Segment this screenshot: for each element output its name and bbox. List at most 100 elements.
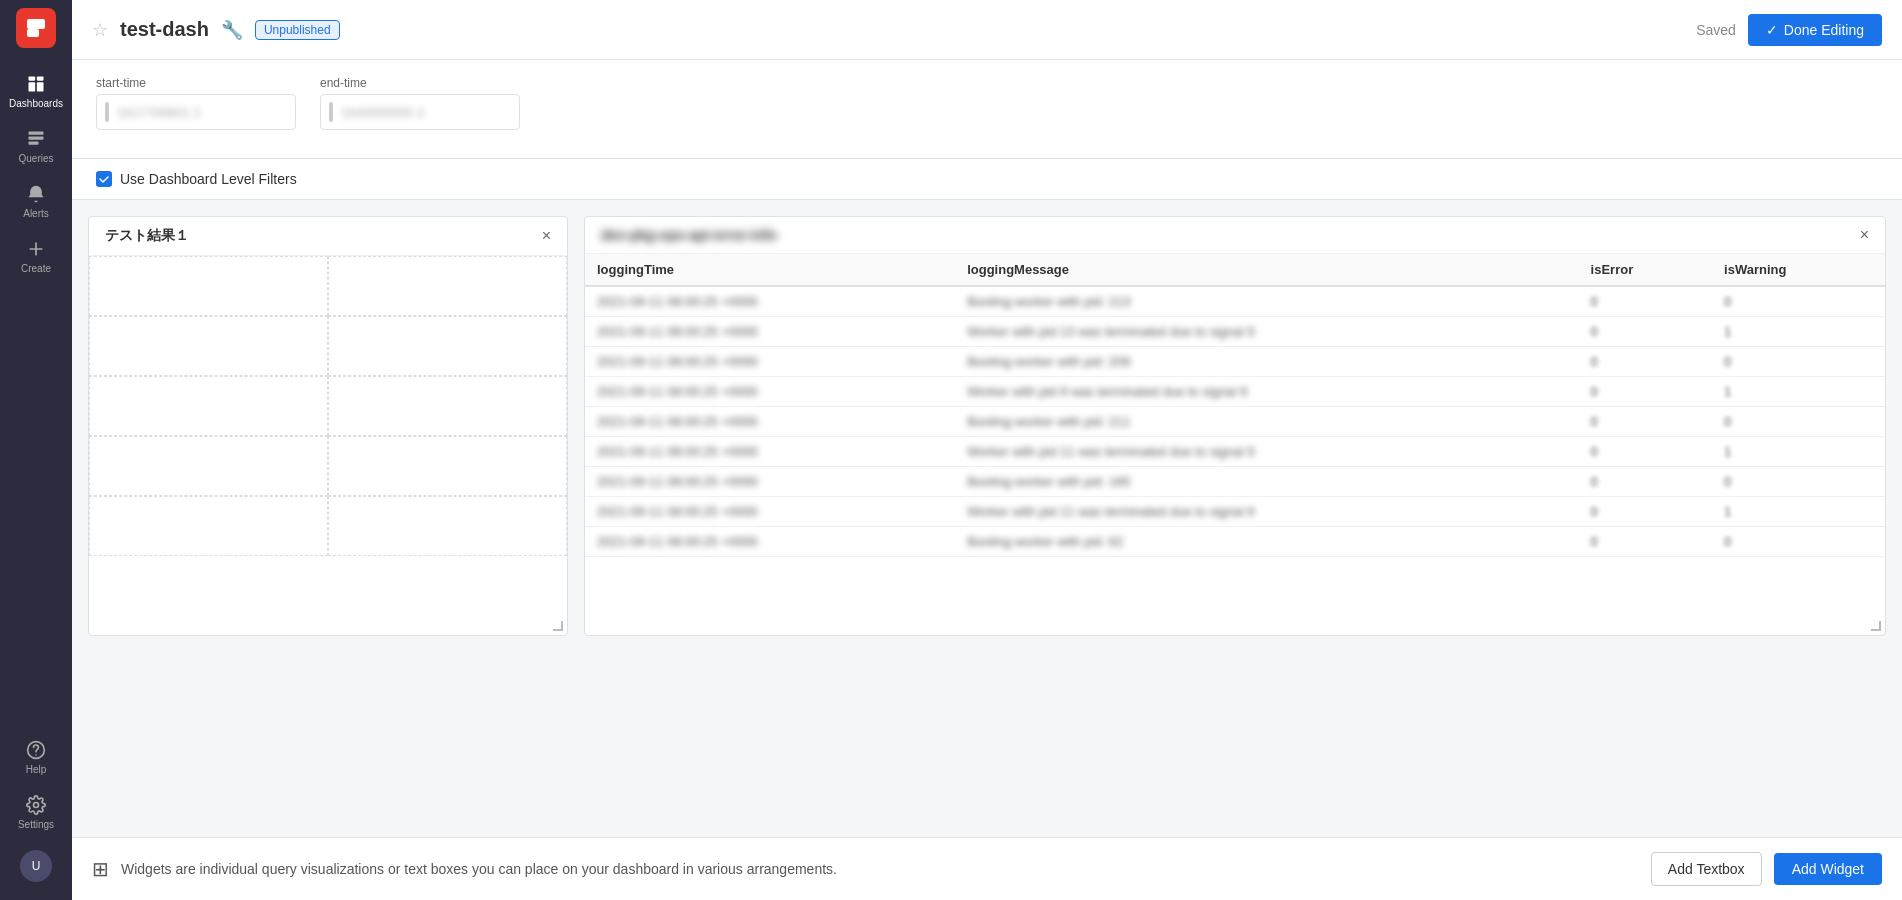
cell-iserror-6: 0: [1579, 467, 1712, 497]
cell-time-5: 2021-09-11 08:00:25 +0000: [585, 437, 955, 467]
start-time-bar-icon: [105, 102, 109, 122]
cell-iserror-8: 0: [1579, 527, 1712, 557]
cell-iswarning-8: 0: [1712, 527, 1885, 557]
done-editing-button[interactable]: ✓ Done Editing: [1748, 14, 1882, 46]
table-header: loggingTime loggingMessage isError isWar…: [585, 254, 1885, 286]
widget-right-resize-handle[interactable]: [1871, 621, 1881, 631]
unpublished-badge: Unpublished: [255, 20, 340, 40]
cell-iswarning-2: 0: [1712, 347, 1885, 377]
end-time-value: 1640000000 2: [341, 105, 424, 120]
title-emoji-icon: 🔧: [221, 19, 243, 41]
col-header-isError: isError: [1579, 254, 1712, 286]
dashboard-content: start-time 1617706801 2 end-time 1640000…: [72, 60, 1902, 837]
widget-info-icon: ⊞: [92, 857, 109, 881]
end-time-input[interactable]: 1640000000 2: [320, 94, 520, 130]
use-dashboard-filters-checkbox[interactable]: [96, 171, 112, 187]
data-table: loggingTime loggingMessage isError isWar…: [585, 254, 1885, 557]
sidebar-item-queries[interactable]: Queries: [0, 119, 72, 174]
cell-time-6: 2021-09-11 08:00:25 +0000: [585, 467, 955, 497]
filter-row: start-time 1617706801 2 end-time 1640000…: [96, 76, 1878, 130]
widget-left-title: テスト結果１: [105, 227, 189, 245]
sidebar-item-settings[interactable]: Settings: [0, 785, 72, 840]
cell-iserror-5: 0: [1579, 437, 1712, 467]
table-row: 2021-09-11 08:00:25 +0000Booting worker …: [585, 527, 1885, 557]
sidebar-item-queries-label: Queries: [18, 153, 53, 164]
sidebar-item-help-label: Help: [26, 764, 47, 775]
filter-bar: start-time 1617706801 2 end-time 1640000…: [72, 60, 1902, 159]
cell-iswarning-7: 1: [1712, 497, 1885, 527]
table-row: 2021-09-11 08:00:25 +0000Worker with pid…: [585, 317, 1885, 347]
sidebar-item-alerts-label: Alerts: [23, 208, 49, 219]
bottom-bar: ⊞ Widgets are individual query visualiza…: [72, 837, 1902, 900]
favorite-star-icon[interactable]: ☆: [92, 19, 108, 41]
grid-cell-9: [89, 496, 328, 556]
sidebar-item-create-label: Create: [21, 263, 51, 274]
sidebar-item-create[interactable]: Create: [0, 229, 72, 284]
saved-status: Saved: [1696, 22, 1736, 38]
cell-iserror-1: 0: [1579, 317, 1712, 347]
table-row: 2021-09-11 08:00:25 +0000Worker with pid…: [585, 437, 1885, 467]
dashboard-filters-checkbox-row: Use Dashboard Level Filters: [72, 159, 1902, 200]
cell-message-8: Booting worker with pid: 62: [955, 527, 1578, 557]
cell-time-2: 2021-09-11 08:00:25 +0000: [585, 347, 955, 377]
page-header: ☆ test-dash 🔧 Unpublished Saved ✓ Done E…: [72, 0, 1902, 60]
table-row: 2021-09-11 08:00:25 +0000Booting worker …: [585, 467, 1885, 497]
svg-rect-2: [29, 82, 36, 91]
widget-right: dev-pkg-ops-api-error-info × loggingTime…: [584, 216, 1886, 636]
widget-right-title: dev-pkg-ops-api-error-info: [601, 227, 777, 243]
table-row: 2021-09-11 08:00:25 +0000Booting worker …: [585, 347, 1885, 377]
sidebar-item-help[interactable]: Help: [0, 730, 72, 785]
svg-rect-5: [29, 137, 44, 140]
cell-iserror-0: 0: [1579, 286, 1712, 317]
cell-iswarning-1: 1: [1712, 317, 1885, 347]
main-content: ☆ test-dash 🔧 Unpublished Saved ✓ Done E…: [72, 0, 1902, 900]
grid-cell-7: [89, 436, 328, 496]
start-time-input[interactable]: 1617706801 2: [96, 94, 296, 130]
widget-right-table-container[interactable]: loggingTime loggingMessage isError isWar…: [585, 254, 1885, 622]
start-time-label: start-time: [96, 76, 296, 90]
widget-left-resize-handle[interactable]: [553, 621, 563, 631]
add-widget-button[interactable]: Add Widget: [1774, 853, 1882, 885]
use-dashboard-filters-label: Use Dashboard Level Filters: [120, 171, 297, 187]
cell-time-1: 2021-09-11 08:00:25 +0000: [585, 317, 955, 347]
cell-iswarning-6: 0: [1712, 467, 1885, 497]
svg-point-8: [35, 754, 37, 756]
cell-time-8: 2021-09-11 08:00:25 +0000: [585, 527, 955, 557]
cell-message-4: Booting worker with pid: 211: [955, 407, 1578, 437]
cell-message-5: Worker with pid 11 was terminated due to…: [955, 437, 1578, 467]
svg-rect-0: [29, 77, 36, 81]
sidebar-item-settings-label: Settings: [18, 819, 54, 830]
page-title: test-dash: [120, 18, 209, 41]
widget-right-close-button[interactable]: ×: [1860, 227, 1869, 243]
grid-cell-3: [89, 316, 328, 376]
cell-time-3: 2021-09-11 08:00:25 +0000: [585, 377, 955, 407]
svg-rect-6: [29, 142, 39, 145]
widget-right-header: dev-pkg-ops-api-error-info ×: [585, 217, 1885, 254]
cell-message-7: Worker with pid 11 was terminated due to…: [955, 497, 1578, 527]
start-time-value: 1617706801 2: [117, 105, 200, 120]
app-logo[interactable]: [16, 8, 56, 48]
cell-iswarning-4: 0: [1712, 407, 1885, 437]
add-textbox-button[interactable]: Add Textbox: [1651, 852, 1762, 886]
table-row: 2021-09-11 08:00:25 +0000Booting worker …: [585, 407, 1885, 437]
sidebar-item-alerts[interactable]: Alerts: [0, 174, 72, 229]
table-body: 2021-09-11 08:00:25 +0000Booting worker …: [585, 286, 1885, 557]
cell-time-4: 2021-09-11 08:00:25 +0000: [585, 407, 955, 437]
table-row: 2021-09-11 08:00:25 +0000Worker with pid…: [585, 497, 1885, 527]
sidebar-item-dashboards-label: Dashboards: [9, 98, 63, 109]
sidebar-item-user[interactable]: U: [0, 840, 72, 892]
cell-iserror-2: 0: [1579, 347, 1712, 377]
svg-rect-4: [29, 132, 44, 135]
sidebar: Dashboards Queries Alerts Create Help Se…: [0, 0, 72, 900]
end-time-bar-icon: [329, 102, 333, 122]
cell-iserror-7: 0: [1579, 497, 1712, 527]
cell-message-1: Worker with pid 13 was terminated due to…: [955, 317, 1578, 347]
widget-info-text: Widgets are individual query visualizati…: [121, 861, 1639, 877]
table-row: 2021-09-11 08:00:25 +0000Booting worker …: [585, 286, 1885, 317]
cell-message-2: Booting worker with pid: 209: [955, 347, 1578, 377]
cell-iserror-3: 0: [1579, 377, 1712, 407]
sidebar-item-dashboards[interactable]: Dashboards: [0, 64, 72, 119]
widget-left-close-button[interactable]: ×: [542, 228, 551, 244]
grid-cell-1: [89, 256, 328, 316]
end-time-field: end-time 1640000000 2: [320, 76, 520, 130]
